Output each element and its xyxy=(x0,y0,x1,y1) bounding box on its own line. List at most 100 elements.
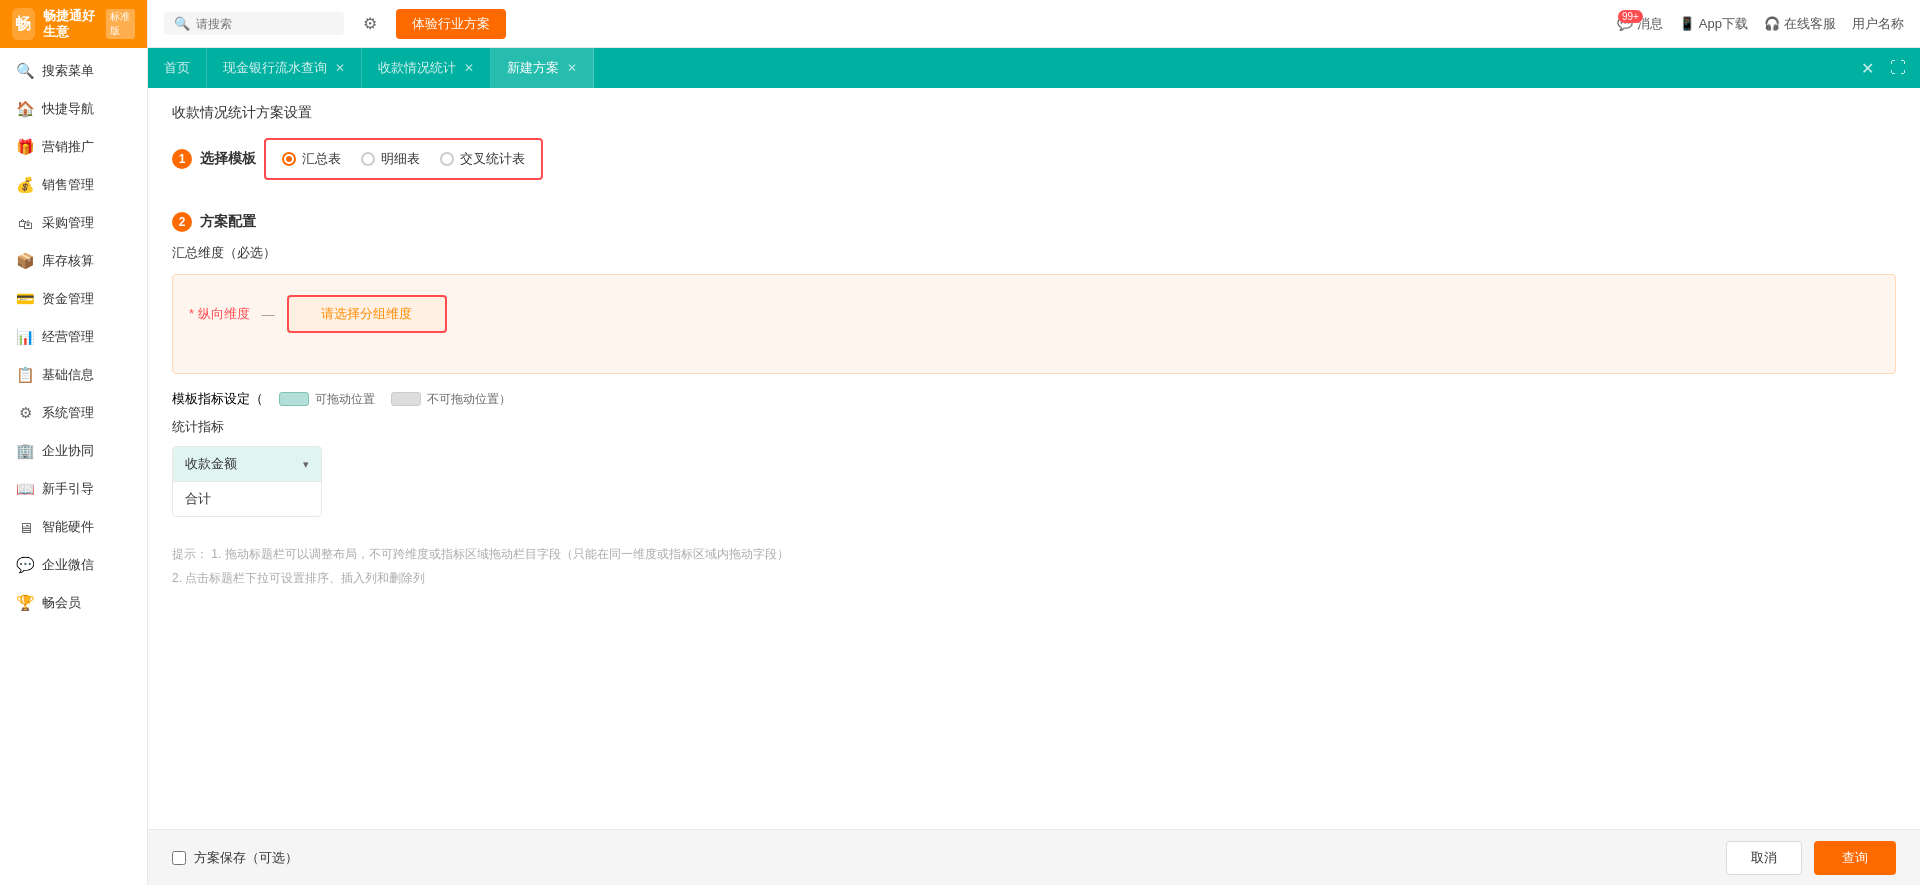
industry-btn[interactable]: 体验行业方案 xyxy=(396,9,506,39)
legend-not-draggable-label: 不可拖动位置） xyxy=(427,391,511,408)
config-section: 汇总维度（必选） * 纵向维度 — 请选择分组维度 模板指标设定（ xyxy=(172,244,1896,589)
sidebar-item-operation[interactable]: 📊经营管理 xyxy=(0,318,147,356)
sidebar-item-search-menu[interactable]: 🔍搜索菜单 xyxy=(0,52,147,90)
sidebar-item-quick-nav[interactable]: 🏠快捷导航 xyxy=(0,90,147,128)
sidebar-item-capital[interactable]: 💳 资金管理 xyxy=(0,280,147,318)
guide-icon: 📖 xyxy=(16,480,34,498)
tab-new-plan[interactable]: 新建方案 ✕ xyxy=(491,48,594,88)
corp-collab-icon: 🏢 xyxy=(16,442,34,460)
tab-close-bank-flow[interactable]: ✕ xyxy=(335,61,345,75)
system-label: 系统管理 xyxy=(42,404,94,422)
logo-icon: 畅 xyxy=(12,8,35,40)
member-icon: 🏆 xyxy=(16,594,34,612)
app-download-label: App下载 xyxy=(1699,15,1748,33)
corp-collab-label: 企业协同 xyxy=(42,442,94,460)
tab-close-receipt-stat[interactable]: ✕ xyxy=(464,61,474,75)
search-box[interactable]: 🔍 xyxy=(164,12,344,35)
vertical-label: * 纵向维度 xyxy=(189,305,250,323)
notification-badge: 99+ xyxy=(1618,10,1643,23)
draggable-box xyxy=(279,392,309,406)
sidebar-item-inventory[interactable]: 📦库存核算 xyxy=(0,242,147,280)
quick-nav-label: 快捷导航 xyxy=(42,100,94,118)
sidebar-item-system[interactable]: ⚙系统管理 xyxy=(0,394,147,432)
main-area: 🔍 ⚙ 体验行业方案 💬 99+ 消息 📱 App下载 🎧 在线客服 用 xyxy=(148,0,1920,885)
step2-badge: 2 xyxy=(172,212,192,232)
smart-hw-icon: 🖥 xyxy=(16,518,34,536)
capital-label: 资金管理 xyxy=(42,290,94,308)
sidebar-item-guide[interactable]: 📖 新手引导 xyxy=(0,470,147,508)
sidebar-tag: 标准版 xyxy=(106,9,135,39)
sidebar-item-basic-info[interactable]: 📋基础信息 xyxy=(0,356,147,394)
search-input[interactable] xyxy=(196,17,316,31)
settings-icon[interactable]: ⚙ xyxy=(356,10,384,38)
indicator-legend: 模板指标设定（ 可拖动位置 不可拖动位置） xyxy=(172,390,1896,408)
guide-label: 新手引导 xyxy=(42,480,94,498)
maximize-btn[interactable]: ⛶ xyxy=(1884,59,1912,77)
radio-detail[interactable]: 明细表 xyxy=(361,150,420,168)
query-button[interactable]: 查询 xyxy=(1814,841,1896,875)
sidebar-item-member[interactable]: 🏆 畅会员 xyxy=(0,584,147,622)
sidebar-item-smart-hw[interactable]: 🖥智能硬件 xyxy=(0,508,147,546)
step1-badge: 1 xyxy=(172,149,192,169)
page-container: 收款情况统计方案设置 1 选择模板 汇总表 明细表 xyxy=(148,88,1920,829)
footer-save: 方案保存（可选） xyxy=(172,849,298,867)
radio-label-cross: 交叉统计表 xyxy=(460,150,525,168)
sidebar-logo: 畅 畅捷通好生意 标准版 xyxy=(0,0,147,48)
sidebar-item-sales[interactable]: 💰销售管理 xyxy=(0,166,147,204)
purchase-icon: 🛍 xyxy=(16,214,34,232)
indicator-tables: 统计指标 收款金额 ▾ 合计 xyxy=(172,418,1896,520)
sidebar-item-marketing[interactable]: 🎁 营销推广 xyxy=(0,128,147,166)
tips-section: 提示： 1. 拖动标题栏可以调整布局，不可跨维度或指标区域拖动栏目字段（只能在同… xyxy=(172,544,1896,589)
indicator-group-label: 统计指标 xyxy=(172,418,1896,436)
step1-section: 1 选择模板 汇总表 明细表 交叉统计表 xyxy=(172,138,1896,192)
radio-label-detail: 明细表 xyxy=(381,150,420,168)
app-download-item[interactable]: 📱 App下载 xyxy=(1679,15,1748,33)
radio-cross[interactable]: 交叉统计表 xyxy=(440,150,525,168)
marketing-icon: 🎁 xyxy=(16,138,34,156)
basic-info-icon: 📋 xyxy=(16,366,34,384)
tab-close-new-plan[interactable]: ✕ xyxy=(567,61,577,75)
service-icon: 🎧 xyxy=(1764,16,1780,31)
purchase-label: 采购管理 xyxy=(42,214,94,232)
vertical-dimension-row: * 纵向维度 — 请选择分组维度 xyxy=(189,295,1879,333)
content-area: 收款情况统计方案设置 1 选择模板 汇总表 明细表 xyxy=(148,88,1920,885)
tab-home[interactable]: 首页 xyxy=(148,48,207,88)
indicator-table-header[interactable]: 收款金额 ▾ xyxy=(173,447,321,482)
close-window-btn[interactable]: ✕ xyxy=(1855,59,1880,78)
tabbar: 首页现金银行流水查询✕收款情况统计✕新建方案✕ ✕ ⛶ xyxy=(148,48,1920,88)
sidebar-item-corp-collab[interactable]: 🏢 企业协同 xyxy=(0,432,147,470)
dimension-area: * 纵向维度 — 请选择分组维度 xyxy=(172,274,1896,374)
inventory-icon: 📦 xyxy=(16,252,34,270)
sidebar-item-purchase[interactable]: 🛍 采购管理 xyxy=(0,204,147,242)
capital-icon: 💳 xyxy=(16,290,34,308)
user-name-item[interactable]: 用户名称 xyxy=(1852,15,1904,33)
footer-buttons: 取消 查询 xyxy=(1726,841,1896,875)
dimension-subtitle: 汇总维度（必选） xyxy=(172,244,1896,262)
operation-label: 经营管理 xyxy=(42,328,94,346)
topbar: 🔍 ⚙ 体验行业方案 💬 99+ 消息 📱 App下载 🎧 在线客服 用 xyxy=(148,0,1920,48)
topbar-right: 💬 99+ 消息 📱 App下载 🎧 在线客服 用户名称 xyxy=(1617,15,1904,33)
radio-circle-detail xyxy=(361,152,375,166)
sales-label: 销售管理 xyxy=(42,176,94,194)
tab-receipt-stat[interactable]: 收款情况统计✕ xyxy=(362,48,491,88)
app-icon: 📱 xyxy=(1679,16,1695,31)
online-service-item[interactable]: 🎧 在线客服 xyxy=(1764,15,1836,33)
member-label: 畅会员 xyxy=(42,594,81,612)
tab-label-new-plan: 新建方案 xyxy=(507,59,559,77)
legend-draggable-label: 可拖动位置 xyxy=(315,391,375,408)
marketing-label: 营销推广 xyxy=(42,138,94,156)
save-checkbox[interactable] xyxy=(172,851,186,865)
notification-item[interactable]: 💬 99+ 消息 xyxy=(1617,15,1663,33)
dimension-placeholder[interactable]: 请选择分组维度 xyxy=(287,295,447,333)
sidebar: 畅 畅捷通好生意 标准版 🔍搜索菜单🏠快捷导航 🎁 营销推广 💰销售管理 🛍 采购管理 📦库… xyxy=(0,0,148,885)
sidebar-item-corp-wechat[interactable]: 💬企业微信 xyxy=(0,546,147,584)
corp-wechat-label: 企业微信 xyxy=(42,556,94,574)
radio-label-summary: 汇总表 xyxy=(302,150,341,168)
legend-draggable: 可拖动位置 xyxy=(279,391,375,408)
tab-label-bank-flow: 现金银行流水查询 xyxy=(223,59,327,77)
radio-summary[interactable]: 汇总表 xyxy=(282,150,341,168)
search-menu-label: 搜索菜单 xyxy=(42,62,94,80)
step2-section: 2 方案配置 汇总维度（必选） * 纵向维度 — 请选择分组维度 xyxy=(172,212,1896,591)
tab-bank-flow[interactable]: 现金银行流水查询 ✕ xyxy=(207,48,362,88)
cancel-button[interactable]: 取消 xyxy=(1726,841,1802,875)
